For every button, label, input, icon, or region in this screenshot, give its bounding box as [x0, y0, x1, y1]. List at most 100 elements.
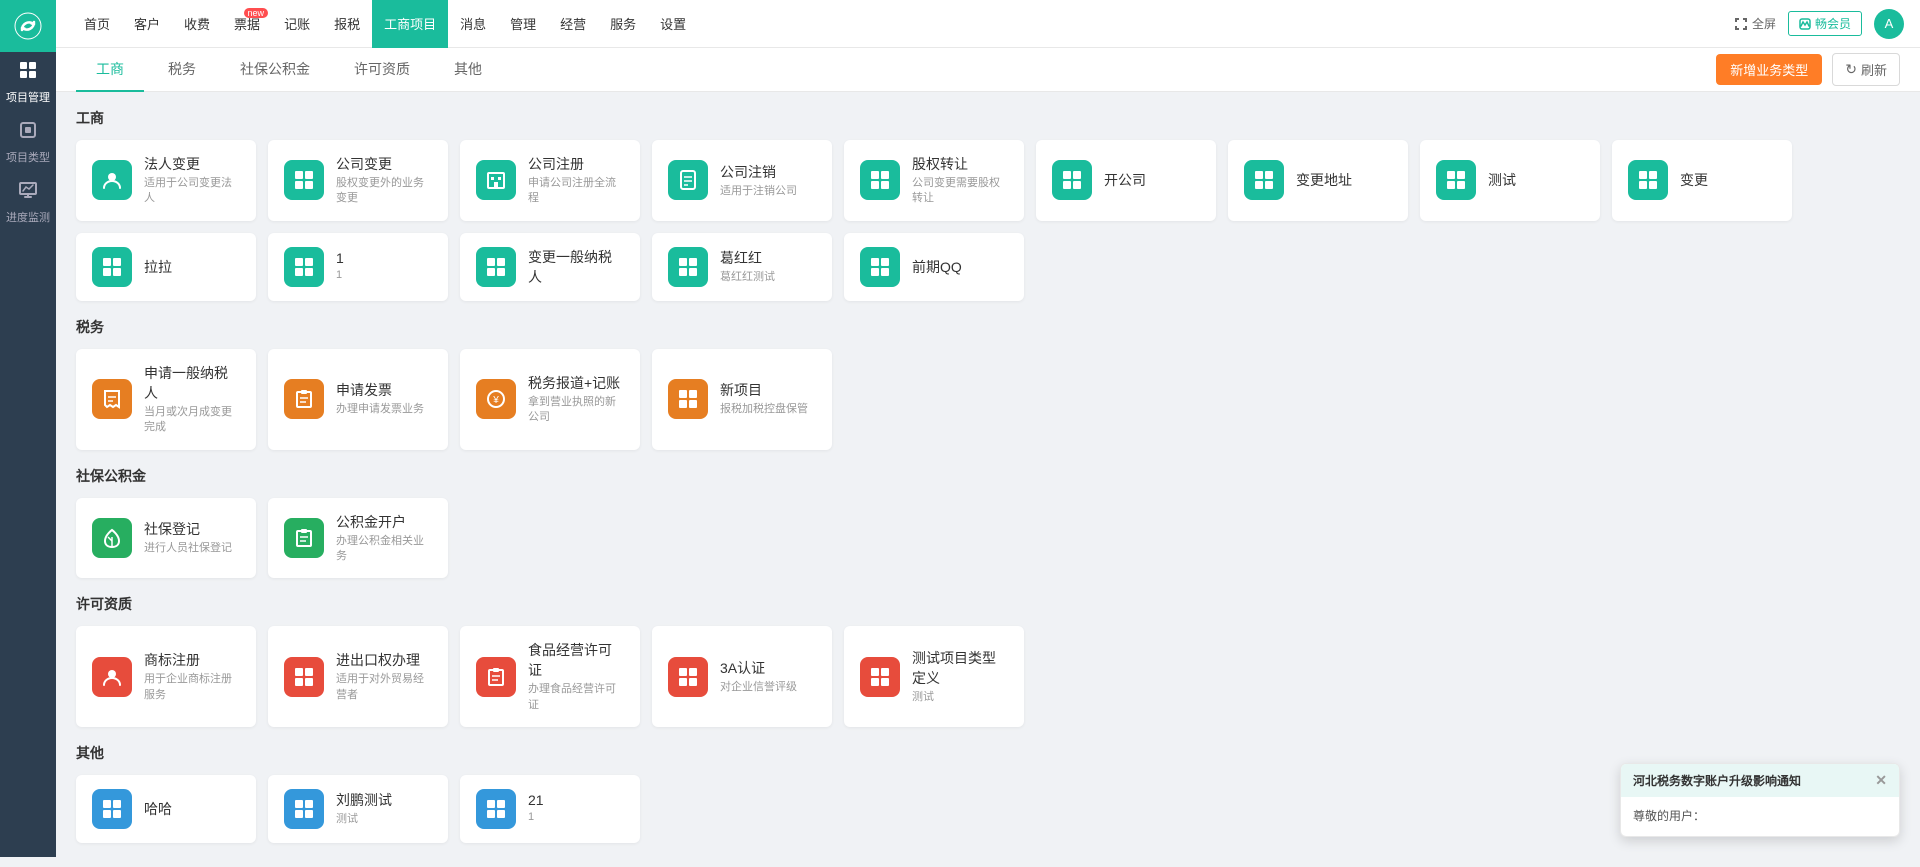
card-change-tax[interactable]: 变更一般纳税人	[460, 233, 640, 301]
card-tax-report[interactable]: ¥ 税务报道+记账 拿到营业执照的新公司	[460, 349, 640, 450]
nav-tax[interactable]: 报税	[322, 0, 372, 48]
card-desc-food-license: 办理食品经营许可证	[528, 682, 624, 713]
card-title-num21: 21	[528, 792, 544, 808]
card-apply-tax[interactable]: 申请一般纳税人 当月或次月成变更完成	[76, 349, 256, 450]
section-title-license-section: 许可资质	[76, 594, 1900, 614]
card-apply-invoice[interactable]: 申请发票 办理申请发票业务	[268, 349, 448, 450]
tab-tax[interactable]: 税务	[148, 48, 216, 92]
tab-social[interactable]: 社保公积金	[220, 48, 330, 92]
card-desc-trademark: 用于企业商标注册服务	[144, 672, 240, 703]
nav-services[interactable]: 服务	[598, 0, 648, 48]
card-title-company-change: 公司变更	[336, 154, 432, 174]
grid-icon	[18, 60, 38, 85]
card-gehonghong[interactable]: 葛红红 葛红红测试	[652, 233, 832, 301]
card-icon-lala	[92, 247, 132, 287]
fullscreen-label: 全屏	[1752, 15, 1776, 32]
sidebar: 项目管理 项目类型 进度监测	[0, 0, 56, 857]
nav-accounting[interactable]: 记账	[272, 0, 322, 48]
sidebar-item-progress-monitor[interactable]: 进度监测	[0, 172, 56, 232]
card-change[interactable]: 变更	[1612, 140, 1792, 221]
tab-other[interactable]: 其他	[434, 48, 502, 92]
card-icon-equity-transfer	[860, 160, 900, 200]
notification-close[interactable]: ✕	[1875, 772, 1887, 789]
fullscreen-btn[interactable]: 全屏	[1734, 15, 1776, 32]
card-food-license[interactable]: 食品经营许可证 办理食品经营许可证	[460, 626, 640, 727]
nav-customer[interactable]: 客户	[122, 0, 172, 48]
nav-messages[interactable]: 消息	[448, 0, 498, 48]
card-title-change: 变更	[1680, 170, 1708, 190]
card-company-register[interactable]: 公司注册 申请公司注册全流程	[460, 140, 640, 221]
refresh-icon: ↻	[1845, 61, 1857, 78]
nav-operations[interactable]: 经营	[548, 0, 598, 48]
card-desc-liupeng-test: 测试	[336, 812, 392, 827]
card-qiqi[interactable]: 前期QQ	[844, 233, 1024, 301]
card-info-gehonghong: 葛红红 葛红红测试	[720, 248, 775, 285]
card-legal-change[interactable]: 法人变更 适用于公司变更法人	[76, 140, 256, 221]
card-info-company-cancel: 公司注销 适用于注销公司	[720, 162, 797, 199]
card-title-equity-transfer: 股权转让	[912, 154, 1008, 174]
card-title-apply-invoice: 申请发票	[336, 380, 424, 400]
card-title-new-project: 新项目	[720, 380, 808, 400]
card-trademark[interactable]: 商标注册 用于企业商标注册服务	[76, 626, 256, 727]
nav-tickets[interactable]: 票据 new	[222, 0, 272, 48]
card-info-tax-report: 税务报道+记账 拿到营业执照的新公司	[528, 373, 624, 426]
card-icon-gehonghong	[668, 247, 708, 287]
nav-home[interactable]: 首页	[72, 0, 122, 48]
svg-text:¥: ¥	[492, 395, 499, 406]
vip-button[interactable]: 畅会员	[1788, 11, 1862, 36]
card-info-new-project: 新项目 报税加税控盘保管	[720, 380, 808, 417]
card-info-legal-change: 法人变更 适用于公司变更法人	[144, 154, 240, 207]
card-desc-num1: 1	[336, 268, 344, 283]
cards-grid-license-section: 商标注册 用于企业商标注册服务 进出口权办理 适用于对外贸易经营者 食品经营许可…	[76, 626, 1900, 727]
cards-grid-tax-section: 申请一般纳税人 当月或次月成变更完成 申请发票 办理申请发票业务 ¥ 税务报道+…	[76, 349, 1900, 450]
nav-settings[interactable]: 设置	[648, 0, 698, 48]
card-icon-change-tax	[476, 247, 516, 287]
card-info-apply-invoice: 申请发票 办理申请发票业务	[336, 380, 424, 417]
card-desc-fund-account: 办理公积金相关业务	[336, 534, 432, 565]
tab-license[interactable]: 许可资质	[334, 48, 430, 92]
card-equity-transfer[interactable]: 股权转让 公司变更需要股权转让	[844, 140, 1024, 221]
nav-billing[interactable]: 收费	[172, 0, 222, 48]
card-num1[interactable]: 1 1	[268, 233, 448, 301]
section-title-social-section: 社保公积金	[76, 466, 1900, 486]
card-desc-import-export: 适用于对外贸易经营者	[336, 672, 432, 703]
sidebar-logo[interactable]	[0, 0, 56, 52]
card-import-export[interactable]: 进出口权办理 适用于对外贸易经营者	[268, 626, 448, 727]
new-type-button[interactable]: 新增业务类型	[1716, 54, 1822, 85]
card-title-company-cancel: 公司注销	[720, 162, 797, 182]
card-icon-change	[1628, 160, 1668, 200]
sidebar-item-project-type[interactable]: 项目类型	[0, 112, 56, 172]
nav-bizproject[interactable]: 工商项目	[372, 0, 448, 48]
card-test-project[interactable]: 测试项目类型定义 测试	[844, 626, 1024, 727]
card-open-company[interactable]: 开公司	[1036, 140, 1216, 221]
refresh-button[interactable]: ↻ 刷新	[1832, 53, 1900, 86]
notification-body: 尊敬的用户：	[1621, 797, 1899, 836]
tab-biz[interactable]: 工商	[76, 48, 144, 92]
card-social-register[interactable]: 社保登记 进行人员社保登记	[76, 498, 256, 579]
card-icon-open-company	[1052, 160, 1092, 200]
card-new-project[interactable]: 新项目 报税加税控盘保管	[652, 349, 832, 450]
sidebar-item-project-mgmt[interactable]: 项目管理	[0, 52, 56, 112]
card-company-change[interactable]: 公司变更 股权变更外的业务变更	[268, 140, 448, 221]
card-haha[interactable]: 哈哈	[76, 775, 256, 843]
card-change-address[interactable]: 变更地址	[1228, 140, 1408, 221]
card-icon-legal-change	[92, 160, 132, 200]
card-test[interactable]: 测试	[1420, 140, 1600, 221]
card-fund-account[interactable]: 公积金开户 办理公积金相关业务	[268, 498, 448, 579]
nav-management[interactable]: 管理	[498, 0, 548, 48]
user-avatar[interactable]: A	[1874, 9, 1904, 39]
card-info-num21: 21 1	[528, 792, 544, 825]
card-liupeng-test[interactable]: 刘鹏测试 测试	[268, 775, 448, 843]
card-desc-company-register: 申请公司注册全流程	[528, 176, 624, 207]
card-icon-new-project	[668, 379, 708, 419]
card-icon-apply-tax	[92, 379, 132, 419]
navbar: 首页 客户 收费 票据 new 记账 报税 工商项目 消息 管理 经营 服务 设…	[56, 0, 1920, 48]
card-company-cancel[interactable]: 公司注销 适用于注销公司	[652, 140, 832, 221]
card-desc-social-register: 进行人员社保登记	[144, 541, 232, 556]
card-3a-cert[interactable]: 3A认证 对企业信誉评级	[652, 626, 832, 727]
tickets-badge: new	[244, 8, 269, 18]
card-num21[interactable]: 21 1	[460, 775, 640, 843]
card-lala[interactable]: 拉拉	[76, 233, 256, 301]
card-title-food-license: 食品经营许可证	[528, 640, 624, 680]
card-info-company-change: 公司变更 股权变更外的业务变更	[336, 154, 432, 207]
